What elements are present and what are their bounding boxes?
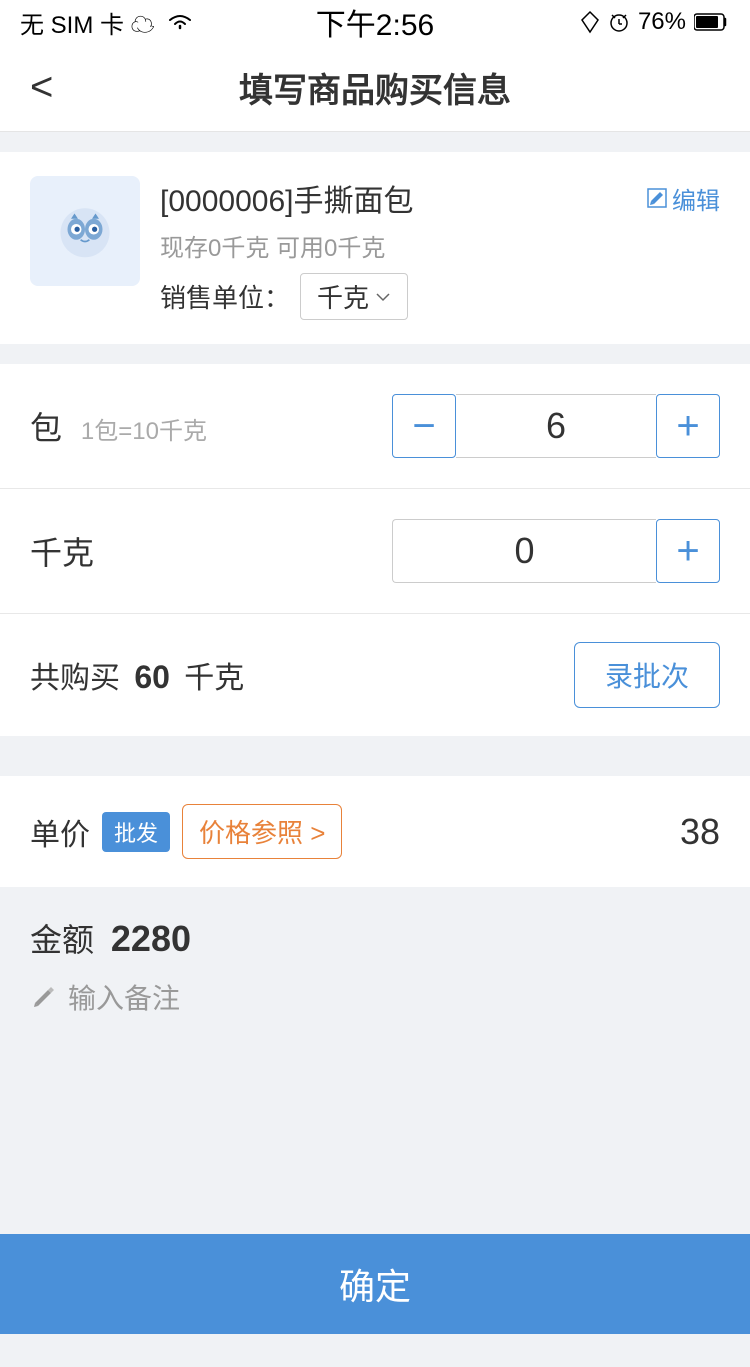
kg-input-row: 千克 + [0,489,750,614]
battery-percent: 76% [638,8,686,36]
note-placeholder[interactable]: 输入备注 [68,977,180,1017]
kg-label: 千克 [30,528,392,574]
input-section: 包 1包=10千克 − + 千克 + [0,364,750,614]
battery-icon [694,12,730,32]
pack-hint: 1包=10千克 [81,418,207,445]
product-unit-row: 销售单位： 千克 [160,273,720,320]
pack-input-row: 包 1包=10千克 − + [0,364,750,489]
unit-value: 千克 [317,278,369,315]
product-info: [0000006]手撕面包 编辑 现存0千克 可用0千克 销售单位： 千克 [160,176,720,320]
amount-label: 金额 [30,922,94,958]
edit-button[interactable]: 编辑 [646,181,720,216]
unit-price-label: 单价 [30,810,90,854]
wifi-icon [165,12,195,32]
page-title: 填写商品购买信息 [239,63,511,112]
price-label: 单价 批发 价格参照 > [30,804,342,859]
back-button[interactable]: < [30,65,53,110]
location-icon [580,10,600,34]
nav-bar: < 填写商品购买信息 [0,44,750,132]
price-badge: 批发 [102,812,170,852]
note-row[interactable]: 输入备注 [30,977,720,1017]
product-name: [0000006]手撕面包 [160,176,413,220]
price-ref-button[interactable]: 价格参照 > [182,804,342,859]
pack-qty-input[interactable] [456,394,656,458]
product-stock: 现存0千克 可用0千克 [160,228,720,263]
total-qty: 60 [134,659,170,695]
pack-minus-button[interactable]: − [392,394,456,458]
amount-section: 金额 2280 输入备注 [0,887,750,1027]
status-time: 下午2:56 [316,0,434,44]
edit-label: 编辑 [672,181,720,216]
kg-qty-control: + [392,519,720,583]
unit-selector[interactable]: 千克 [300,273,408,320]
unit-label: 销售单位： [160,278,290,315]
sim-status: 无 SIM 卡 ☁ [20,5,155,40]
total-row: 共购买 60 千克 录批次 [0,614,750,736]
pack-label: 包 1包=10千克 [30,403,392,449]
separator-1 [0,344,750,364]
status-left: 无 SIM 卡 ☁ [20,5,195,40]
price-section: 单价 批发 价格参照 > 38 [0,776,750,887]
status-right: 76% [580,8,730,36]
pencil-icon [30,983,58,1011]
product-section: [0000006]手撕面包 编辑 现存0千克 可用0千克 销售单位： 千克 [0,152,750,344]
status-bar: 无 SIM 卡 ☁ 下午2:56 76% [0,0,750,44]
batch-button[interactable]: 录批次 [574,642,720,708]
confirm-button[interactable]: 确定 [0,1234,750,1334]
separator-2 [0,736,750,756]
owl-logo [50,196,120,266]
amount-value: 2280 [111,918,191,959]
chevron-down-icon [375,292,391,302]
edit-icon [646,187,668,209]
amount-row: 金额 2280 [30,915,720,961]
kg-plus-button[interactable]: + [656,519,720,583]
total-text: 共购买 60 千克 [30,653,244,697]
price-value: 38 [680,811,720,853]
kg-qty-input[interactable] [392,519,656,583]
product-image [30,176,140,286]
pack-plus-button[interactable]: + [656,394,720,458]
pack-qty-control: − + [392,394,720,458]
alarm-icon [608,11,630,33]
